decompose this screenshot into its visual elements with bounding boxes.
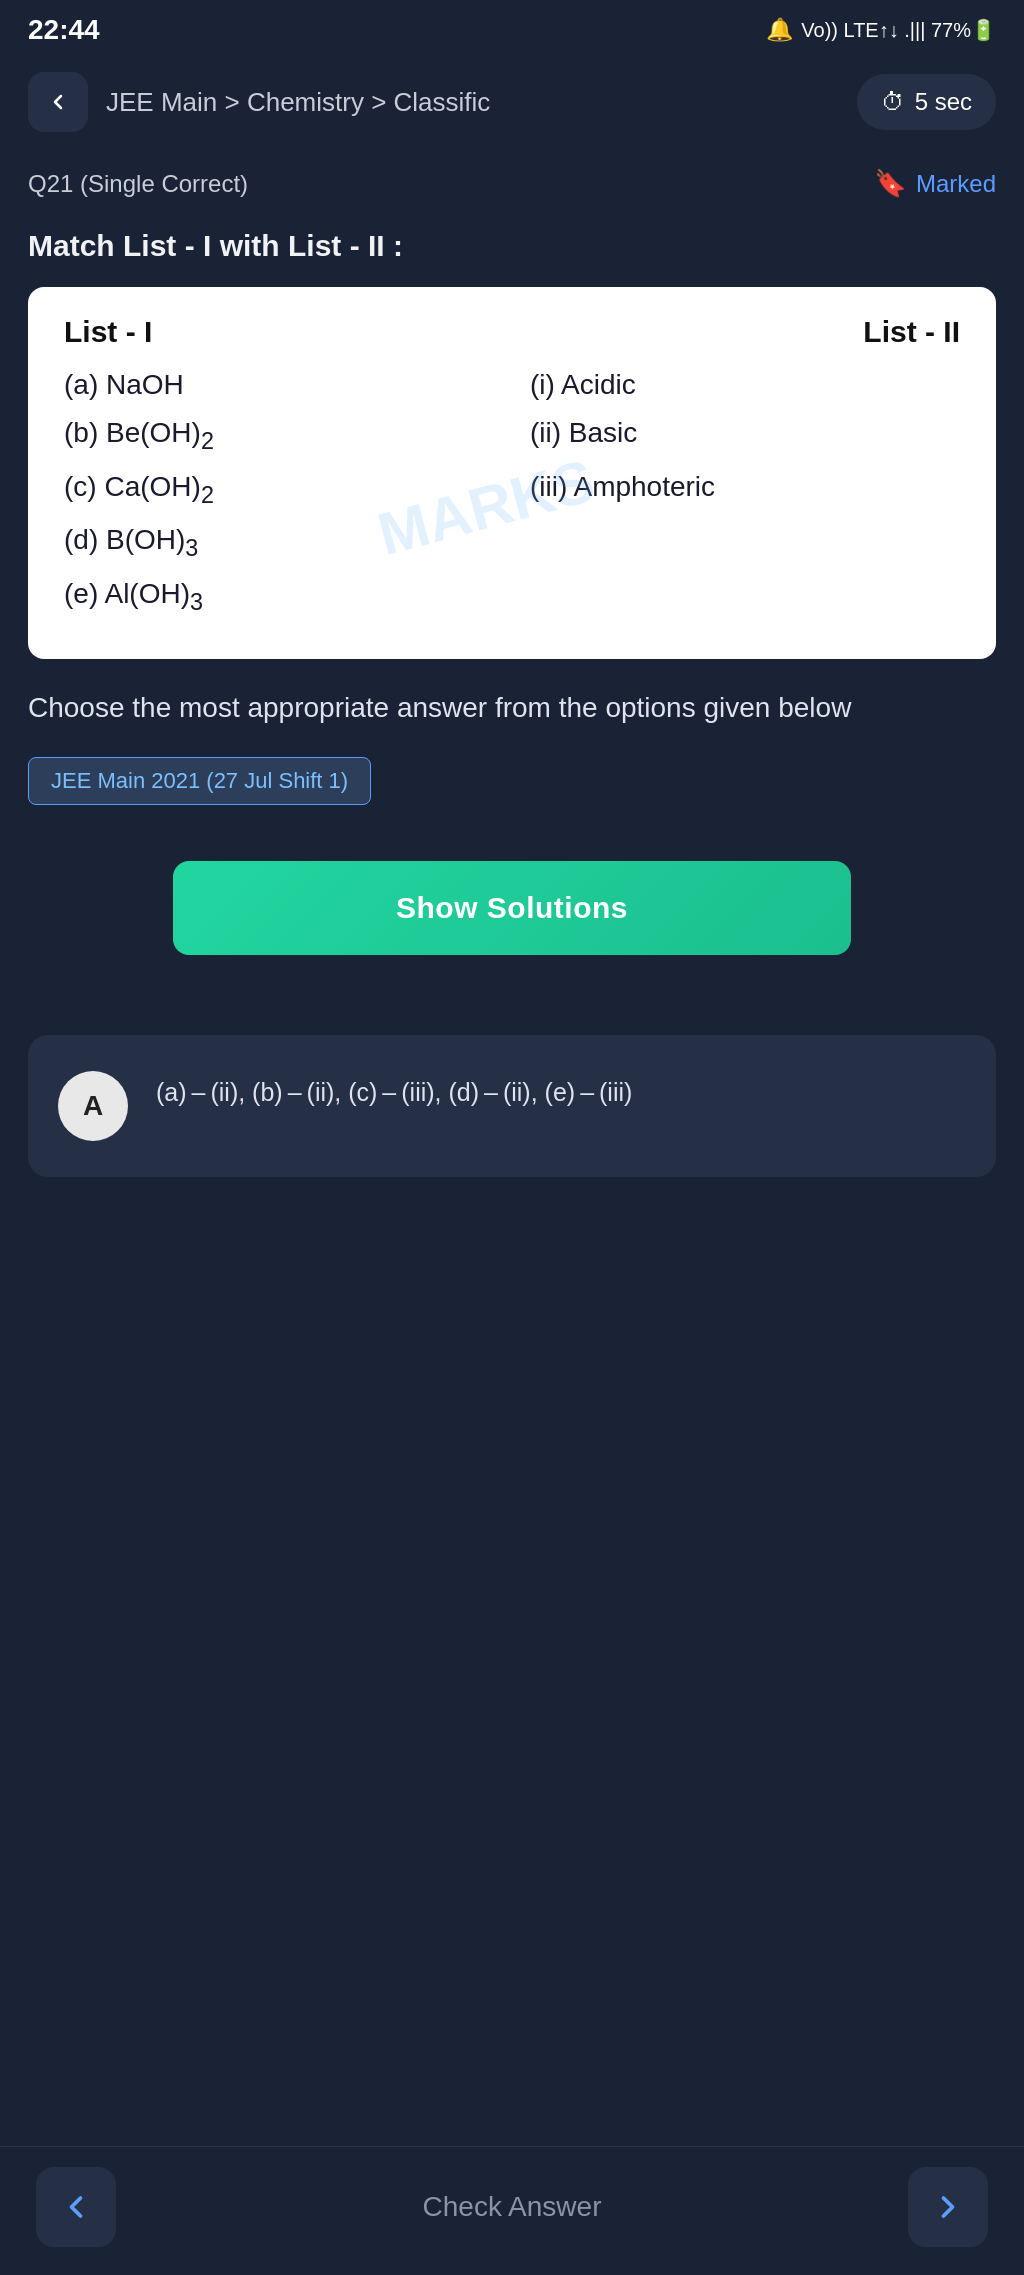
question-content: Match List - I with List - II : MARKS Li… [0,209,1024,861]
bookmark-icon: 🔖 [874,168,906,199]
timer-button[interactable]: ⏱ 5 sec [857,74,996,130]
list-ii-i: (i) Acidic [530,369,960,401]
check-answer-button[interactable]: Check Answer [423,2191,602,2223]
match-table-container: MARKS List - I List - II (a) NaOH (i) Ac… [28,287,996,659]
marked-badge[interactable]: 🔖 Marked [874,168,996,199]
option-letter-a: A [58,1071,128,1141]
match-row-e: (e) Al(OH)3 [64,578,960,616]
match-row-c: (c) Ca(OH)2 (iii) Amphoteric [64,471,960,509]
match-row-a: (a) NaOH (i) Acidic [64,369,960,401]
status-bar: 22:44 🔔 Vo)) LTE↑↓ .||| 77%🔋 [0,0,1024,56]
prev-button[interactable] [36,2167,116,2247]
timer-icon: ⏱ [881,88,905,116]
back-button[interactable] [28,72,88,132]
nav-left: JEE Main > Chemistry > Classific [28,72,490,132]
match-header: List - I List - II [64,315,960,349]
list-i-e: (e) Al(OH)3 [64,578,494,616]
bottom-nav: Check Answer [0,2146,1024,2275]
show-solutions-button[interactable]: Show Solutions [173,861,851,955]
list-i-a: (a) NaOH [64,369,494,401]
next-button[interactable] [908,2167,988,2247]
list-ii-iii: (iii) Amphoteric [530,471,960,503]
question-title: Match List - I with List - II : [28,225,996,267]
status-time: 22:44 [28,14,100,46]
question-meta: Q21 (Single Correct) 🔖 Marked [0,148,1024,209]
option-text-a: (a) – (ii), (b) – (ii), (c) – (iii), (d)… [156,1071,632,1114]
match-table: List - I List - II (a) NaOH (i) Acidic (… [64,315,960,615]
list-ii-header: List - II [863,315,960,349]
list-i-c: (c) Ca(OH)2 [64,471,494,509]
notification-icon: 🔔 [766,17,793,43]
nav-header: JEE Main > Chemistry > Classific ⏱ 5 sec [0,56,1024,148]
signal-text: Vo)) LTE↑↓ .||| 77%🔋 [801,18,996,42]
source-tag: JEE Main 2021 (27 Jul Shift 1) [28,757,371,805]
match-row-b: (b) Be(OH)2 (ii) Basic [64,417,960,455]
breadcrumb: JEE Main > Chemistry > Classific [106,87,490,118]
match-row-d: (d) B(OH)3 [64,524,960,562]
option-card-a[interactable]: A (a) – (ii), (b) – (ii), (c) – (iii), (… [28,1035,996,1177]
options-area: A (a) – (ii), (b) – (ii), (c) – (iii), (… [0,1035,1024,1241]
footer-spacer [0,1241,1024,1381]
timer-value: 5 sec [915,88,972,116]
question-type-label: Q21 (Single Correct) [28,170,248,198]
status-icons: 🔔 Vo)) LTE↑↓ .||| 77%🔋 [766,17,996,43]
list-i-header: List - I [64,315,152,349]
instructions-text: Choose the most appropriate answer from … [28,687,996,729]
list-ii-ii: (ii) Basic [530,417,960,449]
list-i-d: (d) B(OH)3 [64,524,494,562]
list-i-b: (b) Be(OH)2 [64,417,494,455]
marked-label: Marked [916,170,996,198]
